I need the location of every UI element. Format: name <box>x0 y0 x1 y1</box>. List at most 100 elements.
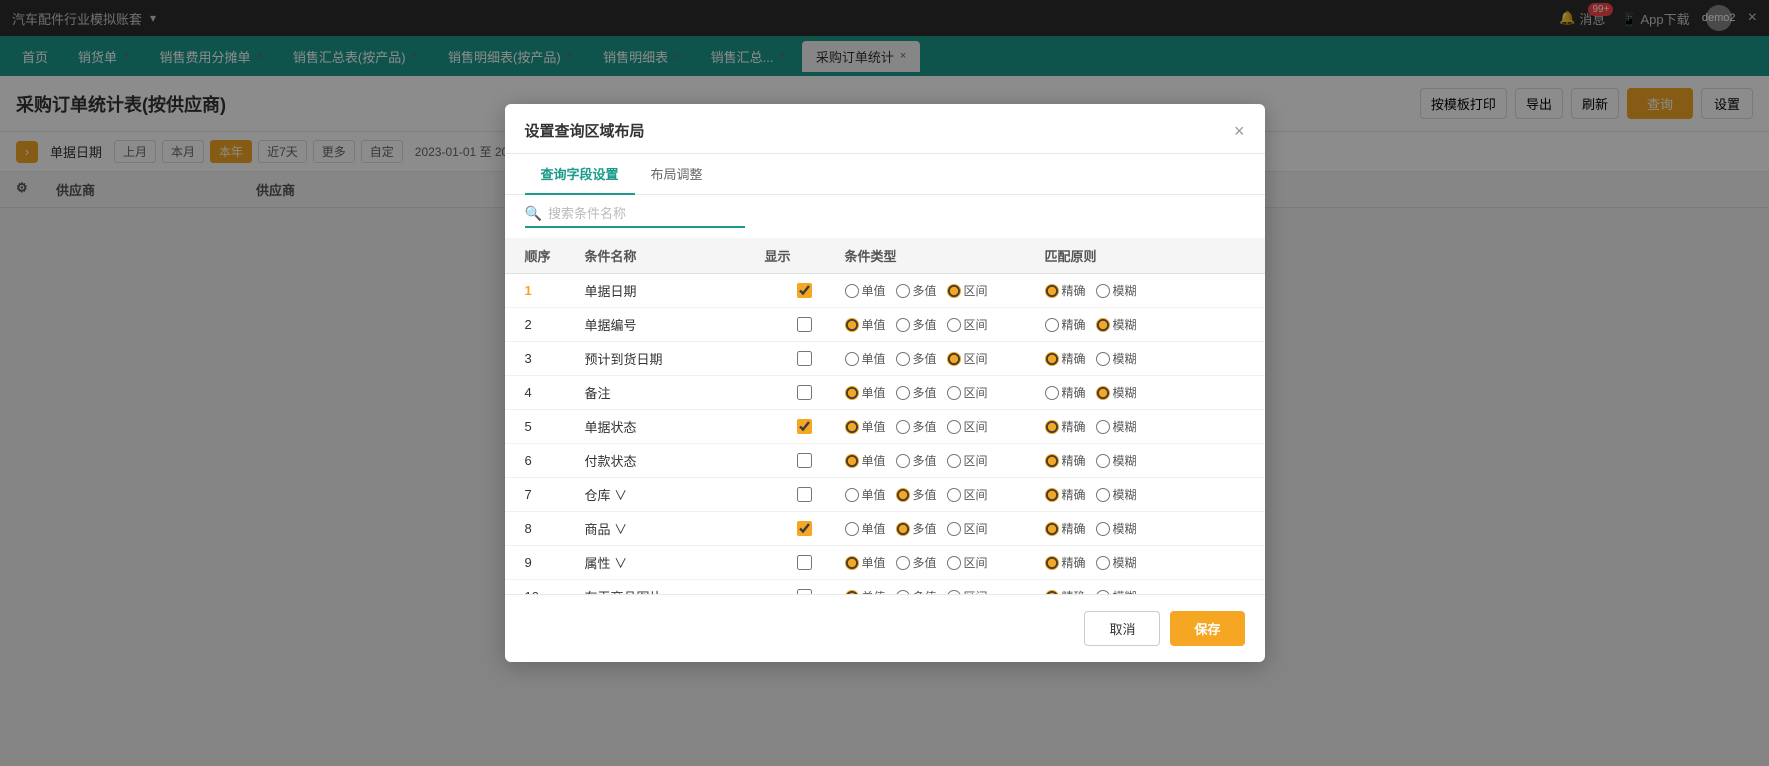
save-btn[interactable]: 保存 <box>1170 611 1244 646</box>
row-type: 单值 多值 区间 <box>845 520 1045 537</box>
rule-fuzzy-option[interactable]: 模糊 <box>1096 316 1137 333</box>
rule-fuzzy-option[interactable]: 模糊 <box>1096 554 1137 571</box>
row-order: 7 <box>525 487 585 502</box>
rule-exact-option[interactable]: 精确 <box>1045 384 1086 401</box>
rule-fuzzy-option[interactable]: 模糊 <box>1096 384 1137 401</box>
type-multi-option[interactable]: 多值 <box>896 316 937 333</box>
col-order: 顺序 <box>525 246 585 265</box>
type-single-option[interactable]: 单值 <box>845 554 886 571</box>
display-checkbox[interactable] <box>797 419 812 434</box>
display-checkbox[interactable] <box>797 317 812 332</box>
type-single-option[interactable]: 单值 <box>845 486 886 503</box>
rule-fuzzy-option[interactable]: 模糊 <box>1096 520 1137 537</box>
rule-fuzzy-option[interactable]: 模糊 <box>1096 350 1137 367</box>
rule-exact-option[interactable]: 精确 <box>1045 316 1086 333</box>
type-single-option[interactable]: 单值 <box>845 282 886 299</box>
type-range-option[interactable]: 区间 <box>947 520 988 537</box>
type-range-option[interactable]: 区间 <box>947 452 988 469</box>
tab-layout-label: 布局调整 <box>651 167 703 182</box>
table-row: 8 商品 ∨ 单值 多值 区间 精确 模糊 <box>505 512 1265 546</box>
type-single-option[interactable]: 单值 <box>845 316 886 333</box>
rule-exact-option[interactable]: 精确 <box>1045 418 1086 435</box>
type-multi-option[interactable]: 多值 <box>896 418 937 435</box>
type-multi-option[interactable]: 多值 <box>896 452 937 469</box>
display-checkbox[interactable] <box>797 521 812 536</box>
table-row: 10 有无商品图片 单值 多值 区间 精确 模糊 <box>505 580 1265 594</box>
type-range-option[interactable]: 区间 <box>947 350 988 367</box>
row-type: 单值 多值 区间 <box>845 282 1045 299</box>
row-order: 4 <box>525 385 585 400</box>
type-multi-option[interactable]: 多值 <box>896 384 937 401</box>
row-name: 单据状态 <box>585 417 765 436</box>
row-type: 单值 多值 区间 <box>845 554 1045 571</box>
type-range-option[interactable]: 区间 <box>947 316 988 333</box>
col-rule: 匹配原则 <box>1045 246 1245 265</box>
type-range-option[interactable]: 区间 <box>947 486 988 503</box>
type-multi-option[interactable]: 多值 <box>896 520 937 537</box>
display-checkbox[interactable] <box>797 487 812 502</box>
row-rule: 精确 模糊 <box>1045 282 1245 299</box>
row-name: 属性 ∨ <box>585 553 765 572</box>
rule-exact-option[interactable]: 精确 <box>1045 520 1086 537</box>
type-range-option[interactable]: 区间 <box>947 384 988 401</box>
type-range-option[interactable]: 区间 <box>947 418 988 435</box>
row-name: 单据编号 <box>585 315 765 334</box>
col-display: 显示 <box>765 246 845 265</box>
row-type: 单值 多值 区间 <box>845 452 1045 469</box>
dialog: 设置查询区域布局 × 查询字段设置 布局调整 🔍 顺序 条件名称 显示 <box>505 104 1265 662</box>
rule-exact-option[interactable]: 精确 <box>1045 350 1086 367</box>
type-range-option[interactable]: 区间 <box>947 554 988 571</box>
rule-fuzzy-option[interactable]: 模糊 <box>1096 418 1137 435</box>
type-single-option[interactable]: 单值 <box>845 520 886 537</box>
rule-exact-option[interactable]: 精确 <box>1045 554 1086 571</box>
rule-exact-option[interactable]: 精确 <box>1045 452 1086 469</box>
row-rule: 精确 模糊 <box>1045 350 1245 367</box>
row-display <box>765 555 845 570</box>
row-type: 单值 多值 区间 <box>845 384 1045 401</box>
rule-exact-option[interactable]: 精确 <box>1045 486 1086 503</box>
type-single-option[interactable]: 单值 <box>845 452 886 469</box>
display-checkbox[interactable] <box>797 385 812 400</box>
dialog-header: 设置查询区域布局 × <box>505 104 1265 154</box>
row-display <box>765 453 845 468</box>
rule-fuzzy-option[interactable]: 模糊 <box>1096 282 1137 299</box>
row-rule: 精确 模糊 <box>1045 452 1245 469</box>
rule-exact-option[interactable]: 精确 <box>1045 282 1086 299</box>
row-name: 预计到货日期 <box>585 349 765 368</box>
table-row: 2 单据编号 单值 多值 区间 精确 模糊 <box>505 308 1265 342</box>
tab-layout[interactable]: 布局调整 <box>635 154 719 195</box>
row-rule: 精确 模糊 <box>1045 554 1245 571</box>
row-rule: 精确 模糊 <box>1045 520 1245 537</box>
row-type: 单值 多值 区间 <box>845 316 1045 333</box>
rule-fuzzy-option[interactable]: 模糊 <box>1096 486 1137 503</box>
row-name: 有无商品图片 <box>585 587 765 594</box>
dialog-table-header: 顺序 条件名称 显示 条件类型 匹配原则 <box>505 238 1265 274</box>
type-multi-option[interactable]: 多值 <box>896 350 937 367</box>
display-checkbox[interactable] <box>797 351 812 366</box>
tab-query-fields[interactable]: 查询字段设置 <box>525 154 635 195</box>
table-row: 7 仓库 ∨ 单值 多值 区间 精确 模糊 <box>505 478 1265 512</box>
type-multi-option[interactable]: 多值 <box>896 486 937 503</box>
display-checkbox[interactable] <box>797 283 812 298</box>
table-row: 5 单据状态 单值 多值 区间 精确 模糊 <box>505 410 1265 444</box>
row-order: 3 <box>525 351 585 366</box>
row-name: 备注 <box>585 383 765 402</box>
rule-fuzzy-option[interactable]: 模糊 <box>1096 452 1137 469</box>
display-checkbox[interactable] <box>797 555 812 570</box>
cancel-btn[interactable]: 取消 <box>1084 611 1160 646</box>
row-order: 9 <box>525 555 585 570</box>
display-checkbox[interactable] <box>797 453 812 468</box>
type-multi-option[interactable]: 多值 <box>896 554 937 571</box>
table-row: 3 预计到货日期 单值 多值 区间 精确 模糊 <box>505 342 1265 376</box>
dialog-close-btn[interactable]: × <box>1234 122 1245 140</box>
dialog-search-area: 🔍 <box>505 195 1265 238</box>
type-multi-option[interactable]: 多值 <box>896 282 937 299</box>
row-display <box>765 487 845 502</box>
search-input[interactable] <box>548 206 728 221</box>
row-order: 8 <box>525 521 585 536</box>
type-single-option[interactable]: 单值 <box>845 384 886 401</box>
type-single-option[interactable]: 单值 <box>845 350 886 367</box>
type-single-option[interactable]: 单值 <box>845 418 886 435</box>
row-order: 5 <box>525 419 585 434</box>
type-range-option[interactable]: 区间 <box>947 282 988 299</box>
